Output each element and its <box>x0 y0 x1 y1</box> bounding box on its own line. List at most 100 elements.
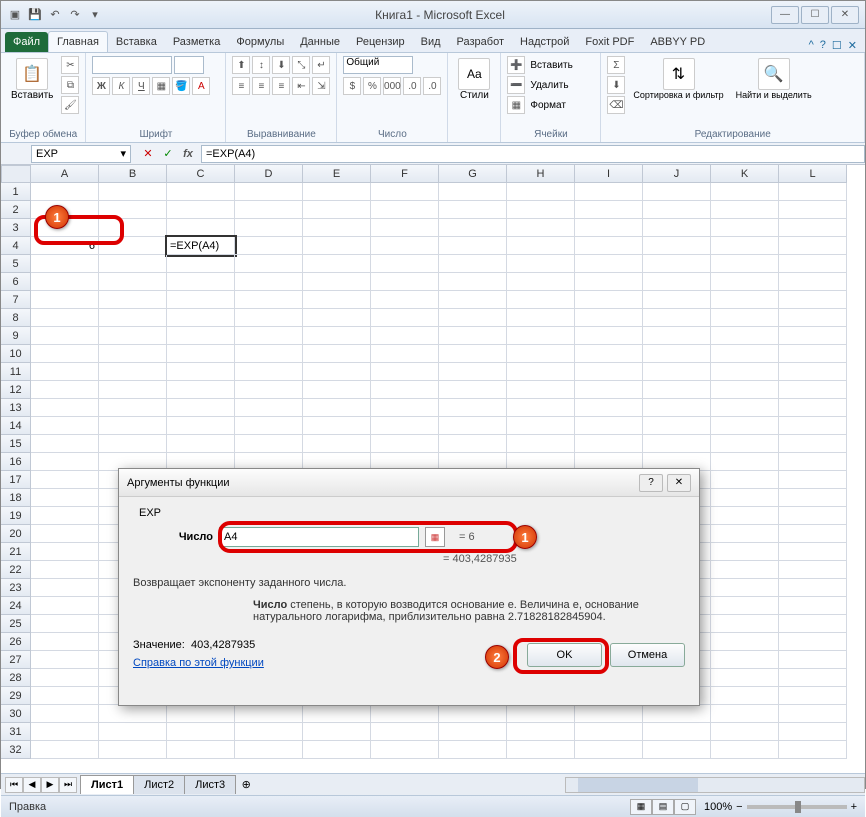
row-header[interactable]: 6 <box>1 273 31 291</box>
cell[interactable] <box>31 327 99 345</box>
cell[interactable] <box>99 183 167 201</box>
cell[interactable] <box>779 579 847 597</box>
cell[interactable] <box>31 399 99 417</box>
copy-icon[interactable]: ⧉ <box>61 76 79 94</box>
cell[interactable] <box>99 705 167 723</box>
maximize-button[interactable]: ☐ <box>801 6 829 24</box>
row-header[interactable]: 4 <box>1 237 31 255</box>
cell[interactable] <box>371 255 439 273</box>
enter-formula-icon[interactable]: ✓ <box>159 145 177 163</box>
cell[interactable] <box>371 183 439 201</box>
cell[interactable] <box>303 435 371 453</box>
row-header[interactable]: 19 <box>1 507 31 525</box>
format-cell-icon[interactable]: ▦ <box>507 96 525 114</box>
cell[interactable] <box>371 237 439 255</box>
cell[interactable] <box>643 273 711 291</box>
cell[interactable] <box>711 705 779 723</box>
cell[interactable] <box>99 273 167 291</box>
cell[interactable] <box>371 435 439 453</box>
cell[interactable] <box>31 219 99 237</box>
cell[interactable] <box>507 723 575 741</box>
cell[interactable] <box>643 363 711 381</box>
cell[interactable] <box>779 525 847 543</box>
cell[interactable] <box>31 417 99 435</box>
cell[interactable] <box>779 399 847 417</box>
dialog-titlebar[interactable]: Аргументы функции ? ✕ <box>119 469 699 497</box>
tab-view[interactable]: Вид <box>413 32 449 52</box>
cell[interactable] <box>439 309 507 327</box>
row-header[interactable]: 16 <box>1 453 31 471</box>
cell[interactable] <box>439 399 507 417</box>
cell[interactable] <box>507 219 575 237</box>
cell[interactable]: 6 <box>31 237 99 255</box>
save-icon[interactable]: 💾 <box>27 7 43 23</box>
cell[interactable] <box>507 399 575 417</box>
cell[interactable] <box>711 489 779 507</box>
minimize-ribbon-icon[interactable]: ^ <box>809 39 814 52</box>
cell[interactable] <box>711 309 779 327</box>
cell[interactable] <box>235 363 303 381</box>
cell[interactable] <box>575 417 643 435</box>
col-F[interactable]: F <box>371 165 439 183</box>
cell[interactable] <box>31 489 99 507</box>
cell[interactable] <box>711 183 779 201</box>
cell[interactable] <box>31 723 99 741</box>
sheet-tab-1[interactable]: Лист1 <box>80 775 134 794</box>
cell[interactable] <box>643 183 711 201</box>
row-header[interactable]: 3 <box>1 219 31 237</box>
dialog-help-link[interactable]: Справка по этой функции <box>133 657 264 669</box>
align-top-icon[interactable]: ⬆ <box>232 56 250 74</box>
cell[interactable] <box>303 399 371 417</box>
minimize-button[interactable]: — <box>771 6 799 24</box>
cell[interactable] <box>303 363 371 381</box>
undo-icon[interactable]: ↶ <box>47 7 63 23</box>
cell[interactable] <box>575 237 643 255</box>
tab-insert[interactable]: Вставка <box>108 32 165 52</box>
cell[interactable] <box>575 273 643 291</box>
cell[interactable] <box>643 309 711 327</box>
dialog-close-button[interactable]: ✕ <box>667 474 691 492</box>
zoom-out-icon[interactable]: − <box>736 801 742 813</box>
cell[interactable] <box>711 525 779 543</box>
cell[interactable] <box>99 417 167 435</box>
cell[interactable] <box>303 237 371 255</box>
cell[interactable] <box>507 417 575 435</box>
insert-cell-icon[interactable]: ➕ <box>507 56 525 74</box>
cell[interactable] <box>99 723 167 741</box>
cell[interactable] <box>99 327 167 345</box>
tab-home[interactable]: Главная <box>48 31 108 52</box>
cell[interactable] <box>507 273 575 291</box>
cell[interactable] <box>779 543 847 561</box>
col-K[interactable]: K <box>711 165 779 183</box>
cell[interactable] <box>779 201 847 219</box>
cell[interactable] <box>643 327 711 345</box>
cell[interactable] <box>507 183 575 201</box>
cell[interactable] <box>439 183 507 201</box>
cell[interactable] <box>711 543 779 561</box>
cell[interactable] <box>303 201 371 219</box>
cell[interactable] <box>439 741 507 759</box>
row-header[interactable]: 23 <box>1 579 31 597</box>
cell[interactable] <box>99 219 167 237</box>
cell[interactable] <box>167 363 235 381</box>
cell[interactable] <box>235 741 303 759</box>
cell[interactable] <box>303 291 371 309</box>
tab-abbyy[interactable]: ABBYY PD <box>642 32 713 52</box>
cell[interactable] <box>371 273 439 291</box>
cell[interactable] <box>711 579 779 597</box>
cell[interactable] <box>235 399 303 417</box>
select-all-corner[interactable] <box>1 165 31 183</box>
cell[interactable] <box>711 417 779 435</box>
cell[interactable] <box>235 381 303 399</box>
cell[interactable] <box>575 723 643 741</box>
row-header[interactable]: 26 <box>1 633 31 651</box>
decimal-dec-icon[interactable]: .0 <box>423 77 441 95</box>
cell[interactable] <box>507 705 575 723</box>
cell[interactable] <box>439 435 507 453</box>
cut-icon[interactable]: ✂ <box>61 56 79 74</box>
cell[interactable] <box>167 273 235 291</box>
orientation-icon[interactable]: ⤡ <box>292 56 310 74</box>
cell[interactable] <box>507 255 575 273</box>
ribbon-close-icon[interactable]: ✕ <box>848 39 857 52</box>
currency-icon[interactable]: $ <box>343 77 361 95</box>
